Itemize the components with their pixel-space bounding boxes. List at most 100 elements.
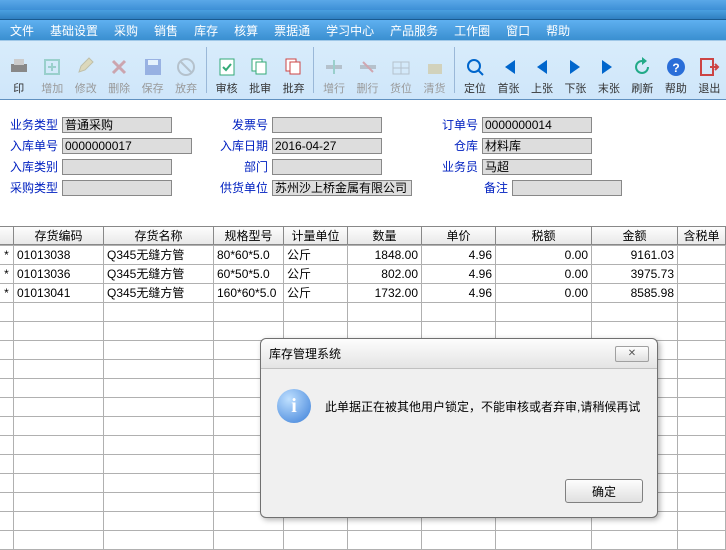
toolbar-exit[interactable]: 退出	[693, 44, 726, 96]
delrow-icon	[357, 56, 379, 78]
label-vendor: 供货单位	[218, 179, 272, 196]
toolbar-save: 保存	[136, 44, 169, 96]
field-incat[interactable]	[62, 159, 172, 175]
menu-库存[interactable]: 库存	[188, 20, 224, 41]
col-header[interactable]: 规格型号	[214, 227, 284, 245]
col-header[interactable]: 计量单位	[284, 227, 348, 245]
field-dept[interactable]	[272, 159, 382, 175]
save-icon	[142, 56, 164, 78]
toolbar-audit[interactable]: 审核	[210, 44, 243, 96]
menu-销售[interactable]: 销售	[148, 20, 184, 41]
last-icon	[598, 56, 620, 78]
field-wh[interactable]: 材料库	[482, 138, 592, 154]
col-header[interactable]: 含税单	[678, 227, 726, 245]
info-icon: i	[277, 389, 311, 423]
toolbar-prev[interactable]: 上张	[525, 44, 558, 96]
field-biztype[interactable]: 普通采购	[62, 117, 172, 133]
field-orderno[interactable]: 0000000014	[482, 117, 592, 133]
svg-text:?: ?	[672, 61, 679, 75]
toolbar-next[interactable]: 下张	[559, 44, 592, 96]
menu-文件[interactable]: 文件	[4, 20, 40, 41]
toolbar-help[interactable]: ?帮助	[659, 44, 692, 96]
field-memo[interactable]	[512, 180, 622, 196]
label-wh: 仓库	[428, 137, 482, 154]
add-icon	[41, 56, 63, 78]
toolbar-refresh[interactable]: 刷新	[626, 44, 659, 96]
edit-icon	[75, 56, 97, 78]
field-indate[interactable]: 2016-04-27	[272, 138, 382, 154]
addrow-icon	[323, 56, 345, 78]
toolbar-last[interactable]: 末张	[592, 44, 625, 96]
table-row-empty[interactable]	[0, 303, 726, 322]
abandon-icon	[175, 56, 197, 78]
toolbar-batchaudit[interactable]: 批审	[243, 44, 276, 96]
toolbar-print[interactable]: 印	[2, 44, 35, 96]
label-purtype: 采购类型	[8, 179, 62, 196]
field-vendor[interactable]: 苏州沙上桥金属有限公司	[272, 180, 412, 196]
col-header[interactable]	[0, 227, 14, 245]
menu-基础设置[interactable]: 基础设置	[44, 20, 104, 41]
menu-窗口[interactable]: 窗口	[500, 20, 536, 41]
table-row-empty[interactable]	[0, 531, 726, 550]
slot-icon	[390, 56, 412, 78]
label-memo: 备注	[478, 179, 512, 196]
table-row[interactable]: *01013036Q345无缝方管60*50*5.0公斤802.004.960.…	[0, 265, 726, 284]
toolbar-del: 删除	[102, 44, 135, 96]
toolbar-cargo: 清货	[418, 44, 451, 96]
field-purtype[interactable]	[62, 180, 172, 196]
del-icon	[108, 56, 130, 78]
ok-button[interactable]: 确定	[565, 479, 643, 503]
refresh-icon	[631, 56, 653, 78]
field-clerk[interactable]: 马超	[482, 159, 592, 175]
toolbar-delrow: 删行	[351, 44, 384, 96]
label-incat: 入库类别	[8, 158, 62, 175]
toolbar-locate[interactable]: 定位	[458, 44, 491, 96]
field-invoice[interactable]	[272, 117, 382, 133]
label-indate: 入库日期	[218, 137, 272, 154]
exit-icon	[698, 56, 720, 78]
label-biztype: 业务类型	[8, 116, 62, 133]
col-header[interactable]: 存货名称	[104, 227, 214, 245]
toolbar-slot: 货位	[384, 44, 417, 96]
locate-icon	[464, 56, 486, 78]
help-icon: ?	[665, 56, 687, 78]
col-header[interactable]: 数量	[348, 227, 422, 245]
cargo-icon	[424, 56, 446, 78]
field-inno[interactable]: 0000000017	[62, 138, 192, 154]
col-header[interactable]: 存货编码	[14, 227, 104, 245]
menu-工作圈[interactable]: 工作圈	[448, 20, 496, 41]
next-icon	[564, 56, 586, 78]
toolbar-abandon: 放弃	[169, 44, 202, 96]
toolbar-add: 增加	[35, 44, 68, 96]
col-header[interactable]: 税额	[496, 227, 592, 245]
prev-icon	[531, 56, 553, 78]
print-icon	[8, 56, 30, 78]
label-invoice: 发票号	[218, 116, 272, 133]
audit-icon	[216, 56, 238, 78]
menu-帮助[interactable]: 帮助	[540, 20, 576, 41]
col-header[interactable]: 金额	[592, 227, 678, 245]
label-clerk: 业务员	[428, 158, 482, 175]
menu-采购[interactable]: 采购	[108, 20, 144, 41]
first-icon	[497, 56, 519, 78]
batchaudit-icon	[249, 56, 271, 78]
menu-票据通[interactable]: 票据通	[268, 20, 316, 41]
menu-核算[interactable]: 核算	[228, 20, 264, 41]
toolbar-first[interactable]: 首张	[492, 44, 525, 96]
table-row[interactable]: *01013038Q345无缝方管80*60*5.0公斤1848.004.960…	[0, 246, 726, 265]
label-inno: 入库单号	[8, 137, 62, 154]
toolbar-edit: 修改	[69, 44, 102, 96]
batchabandon-icon	[283, 56, 305, 78]
toolbar-addrow: 增行	[317, 44, 350, 96]
col-header[interactable]: 单价	[422, 227, 496, 245]
table-row[interactable]: *01013041Q345无缝方管160*60*5.0公斤1732.004.96…	[0, 284, 726, 303]
label-orderno: 订单号	[428, 116, 482, 133]
menu-产品服务[interactable]: 产品服务	[384, 20, 444, 41]
form-area: 业务类型普通采购 发票号 订单号0000000014 入库单号000000001…	[0, 100, 726, 212]
label-dept: 部门	[218, 158, 272, 175]
dialog-lock-warning: 库存管理系统 ✕ i 此单据正在被其他用户锁定，不能审核或者弃审,请稍候再试 确…	[260, 338, 658, 518]
close-icon[interactable]: ✕	[615, 346, 649, 362]
toolbar-batchabandon[interactable]: 批弃	[277, 44, 310, 96]
menu-学习中心[interactable]: 学习中心	[320, 20, 380, 41]
dialog-message: 此单据正在被其他用户锁定，不能审核或者弃审,请稍候再试	[325, 398, 640, 415]
